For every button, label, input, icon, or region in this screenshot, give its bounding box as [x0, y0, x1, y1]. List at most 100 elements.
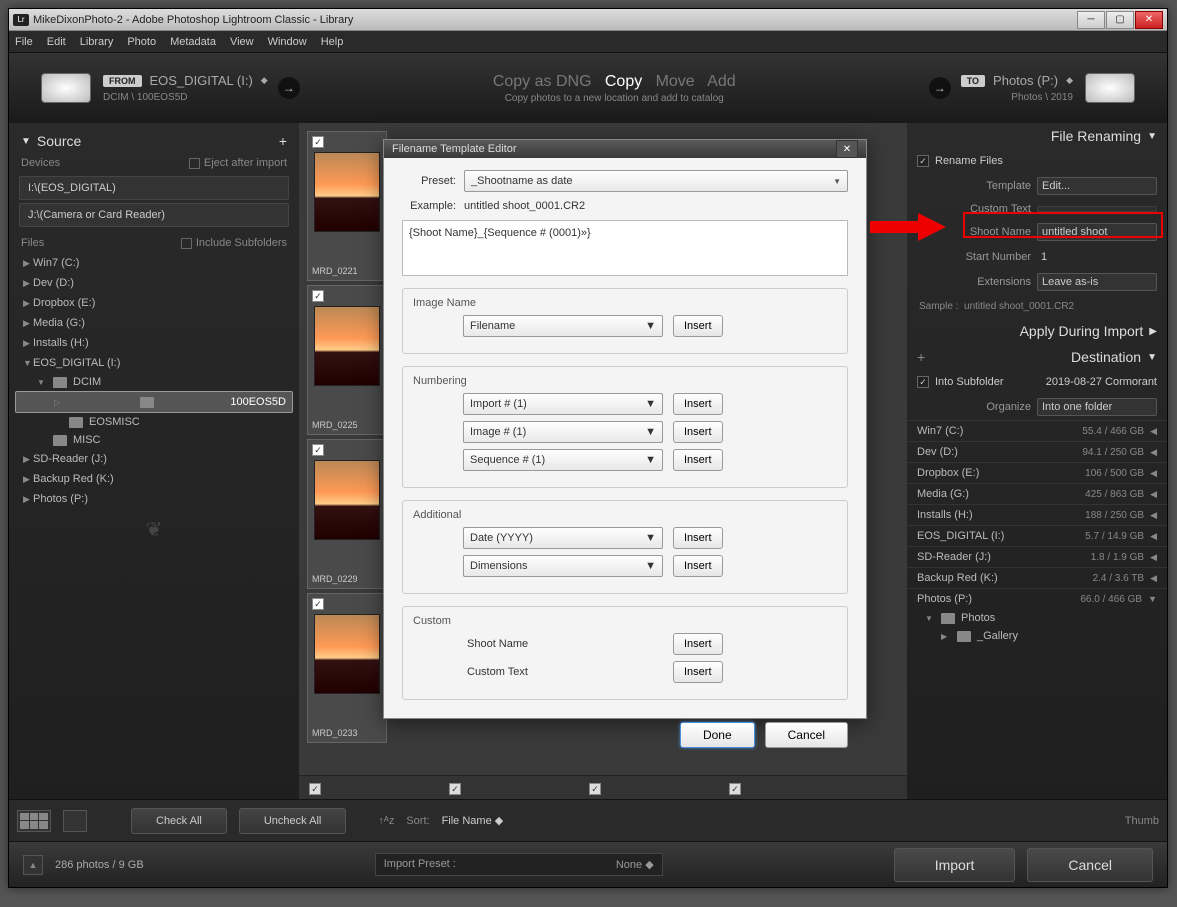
dialog-close-button[interactable]: ✕	[836, 140, 858, 158]
dest-tree-row[interactable]: ▶_Gallery	[907, 627, 1167, 645]
customtext-field[interactable]	[1037, 206, 1157, 212]
apply-during-header[interactable]: Apply During Import▶	[907, 318, 1167, 344]
rename-checkbox[interactable]: ✓	[917, 155, 929, 167]
dest-drive[interactable]: Dev (D:)94.1 / 250 GB◀	[907, 441, 1167, 462]
thumbnail[interactable]: ✓MRD_0225	[307, 285, 387, 435]
drive-row[interactable]: ▶SD-Reader (J:)	[15, 449, 293, 469]
destination-header[interactable]: +Destination▼	[907, 344, 1167, 370]
insert-button[interactable]: Insert	[673, 527, 723, 549]
action-add[interactable]: Add	[707, 73, 735, 90]
include-sub-checkbox[interactable]	[181, 238, 192, 249]
thumbnail[interactable]: ✓MRD_0229	[307, 439, 387, 589]
drive-row[interactable]: ▶Dev (D:)	[15, 273, 293, 293]
menu-edit[interactable]: Edit	[47, 36, 66, 48]
dialog-cancel-button[interactable]: Cancel	[765, 722, 848, 748]
device-row[interactable]: I:\(EOS_DIGITAL)	[19, 176, 289, 200]
action-move[interactable]: Move	[656, 73, 695, 90]
thumbnail[interactable]: ✓MRD_0221	[307, 131, 387, 281]
dest-drive[interactable]: Dropbox (E:)106 / 500 GB◀	[907, 462, 1167, 483]
menu-metadata[interactable]: Metadata	[170, 36, 216, 48]
tree-row[interactable]: EOSMISC	[15, 413, 293, 431]
date-dropdown[interactable]: Date (YYYY)▼	[463, 527, 663, 549]
add-icon[interactable]: +	[279, 133, 287, 149]
insert-button[interactable]: Insert	[673, 661, 723, 683]
thumb-checkbox[interactable]: ✓	[312, 598, 324, 610]
template-textarea[interactable]: {Shoot Name}_{Sequence # (0001)»}	[402, 220, 848, 276]
tree-row-selected[interactable]: ▷100EOS5D	[15, 391, 293, 413]
insert-button[interactable]: Insert	[673, 449, 723, 471]
strip-checkbox[interactable]: ✓	[449, 783, 461, 795]
import-button[interactable]: Import	[894, 848, 1016, 882]
done-button[interactable]: Done	[680, 722, 755, 748]
insert-button[interactable]: Insert	[673, 315, 723, 337]
thumbnail[interactable]: ✓MRD_0233	[307, 593, 387, 743]
shootname-field[interactable]: untitled shoot	[1037, 223, 1157, 241]
eject-checkbox[interactable]	[189, 158, 200, 169]
thumb-checkbox[interactable]: ✓	[312, 136, 324, 148]
close-button[interactable]: ✕	[1135, 11, 1163, 29]
import-preset-dropdown[interactable]: Import Preset :None ◆	[375, 853, 663, 876]
insert-button[interactable]: Insert	[673, 421, 723, 443]
from-section[interactable]: FROMEOS_DIGITAL (I:)◆ DCIM \ 100EOS5D	[103, 73, 268, 103]
drive-row[interactable]: ▶Dropbox (E:)	[15, 293, 293, 313]
file-renaming-header[interactable]: File Renaming▼	[907, 123, 1167, 149]
minimize-button[interactable]: ─	[1077, 11, 1105, 29]
strip-checkbox[interactable]: ✓	[729, 783, 741, 795]
arrow-right-icon-2[interactable]: →	[929, 77, 951, 99]
cancel-button[interactable]: Cancel	[1027, 848, 1153, 882]
dest-drive[interactable]: SD-Reader (J:)1.8 / 1.9 GB◀	[907, 546, 1167, 567]
source-header[interactable]: ▼Source+	[15, 129, 293, 153]
action-copy[interactable]: Copy	[605, 73, 642, 90]
tree-row[interactable]: MISC	[15, 431, 293, 449]
dest-drive[interactable]: Backup Red (K:)2.4 / 3.6 TB◀	[907, 567, 1167, 588]
thumb-checkbox[interactable]: ✓	[312, 444, 324, 456]
dest-drive[interactable]: Installs (H:)188 / 250 GB◀	[907, 504, 1167, 525]
import-num-dropdown[interactable]: Import # (1)▼	[463, 393, 663, 415]
drive-row[interactable]: ▶Win7 (C:)	[15, 253, 293, 273]
drive-row[interactable]: ▶Installs (H:)	[15, 333, 293, 353]
menu-library[interactable]: Library	[80, 36, 114, 48]
dimensions-dropdown[interactable]: Dimensions▼	[463, 555, 663, 577]
dest-drive[interactable]: Win7 (C:)55.4 / 466 GB◀	[907, 420, 1167, 441]
dest-tree-row[interactable]: ▼Photos	[907, 609, 1167, 627]
preset-dropdown[interactable]: _Shootname as date▼	[464, 170, 848, 192]
grid-view-icon[interactable]	[17, 810, 51, 832]
strip-checkbox[interactable]: ✓	[589, 783, 601, 795]
to-section[interactable]: TOPhotos (P:)◆ Photos \ 2019	[961, 73, 1073, 103]
menu-file[interactable]: File	[15, 36, 33, 48]
uncheck-all-button[interactable]: Uncheck All	[239, 808, 346, 834]
image-num-dropdown[interactable]: Image # (1)▼	[463, 421, 663, 443]
dest-drive[interactable]: EOS_DIGITAL (I:)5.7 / 14.9 GB◀	[907, 525, 1167, 546]
device-row[interactable]: J:\(Camera or Card Reader)	[19, 203, 289, 227]
intosub-value[interactable]: 2019-08-27 Cormorant	[1046, 376, 1157, 388]
menu-view[interactable]: View	[230, 36, 254, 48]
strip-checkbox[interactable]: ✓	[309, 783, 321, 795]
sort-dropdown[interactable]: File Name ◆	[442, 814, 504, 827]
template-dropdown[interactable]: Edit...	[1037, 177, 1157, 195]
ext-dropdown[interactable]: Leave as-is	[1037, 273, 1157, 291]
filename-dropdown[interactable]: Filename▼	[463, 315, 663, 337]
intosub-checkbox[interactable]: ✓	[917, 376, 929, 388]
insert-button[interactable]: Insert	[673, 555, 723, 577]
sequence-num-dropdown[interactable]: Sequence # (1)▼	[463, 449, 663, 471]
arrow-right-icon[interactable]: →	[278, 77, 300, 99]
sort-icon[interactable]: ↑ᴬz	[378, 815, 394, 827]
organize-dropdown[interactable]: Into one folder	[1037, 398, 1157, 416]
drive-row[interactable]: ▶Media (G:)	[15, 313, 293, 333]
drive-row-expanded[interactable]: ▼EOS_DIGITAL (I:)	[15, 353, 293, 373]
menu-photo[interactable]: Photo	[127, 36, 156, 48]
single-view-icon[interactable]	[63, 810, 87, 832]
tree-row[interactable]: ▼DCIM	[15, 373, 293, 391]
expand-button[interactable]: ▲	[23, 855, 43, 875]
thumb-checkbox[interactable]: ✓	[312, 290, 324, 302]
maximize-button[interactable]: ▢	[1106, 11, 1134, 29]
menu-help[interactable]: Help	[321, 36, 344, 48]
menu-window[interactable]: Window	[268, 36, 307, 48]
insert-button[interactable]: Insert	[673, 633, 723, 655]
dest-drive[interactable]: Photos (P:)66.0 / 466 GB▼	[907, 588, 1167, 609]
action-dng[interactable]: Copy as DNG	[493, 73, 592, 90]
drive-row[interactable]: ▶Photos (P:)	[15, 489, 293, 509]
check-all-button[interactable]: Check All	[131, 808, 227, 834]
drive-row[interactable]: ▶Backup Red (K:)	[15, 469, 293, 489]
insert-button[interactable]: Insert	[673, 393, 723, 415]
